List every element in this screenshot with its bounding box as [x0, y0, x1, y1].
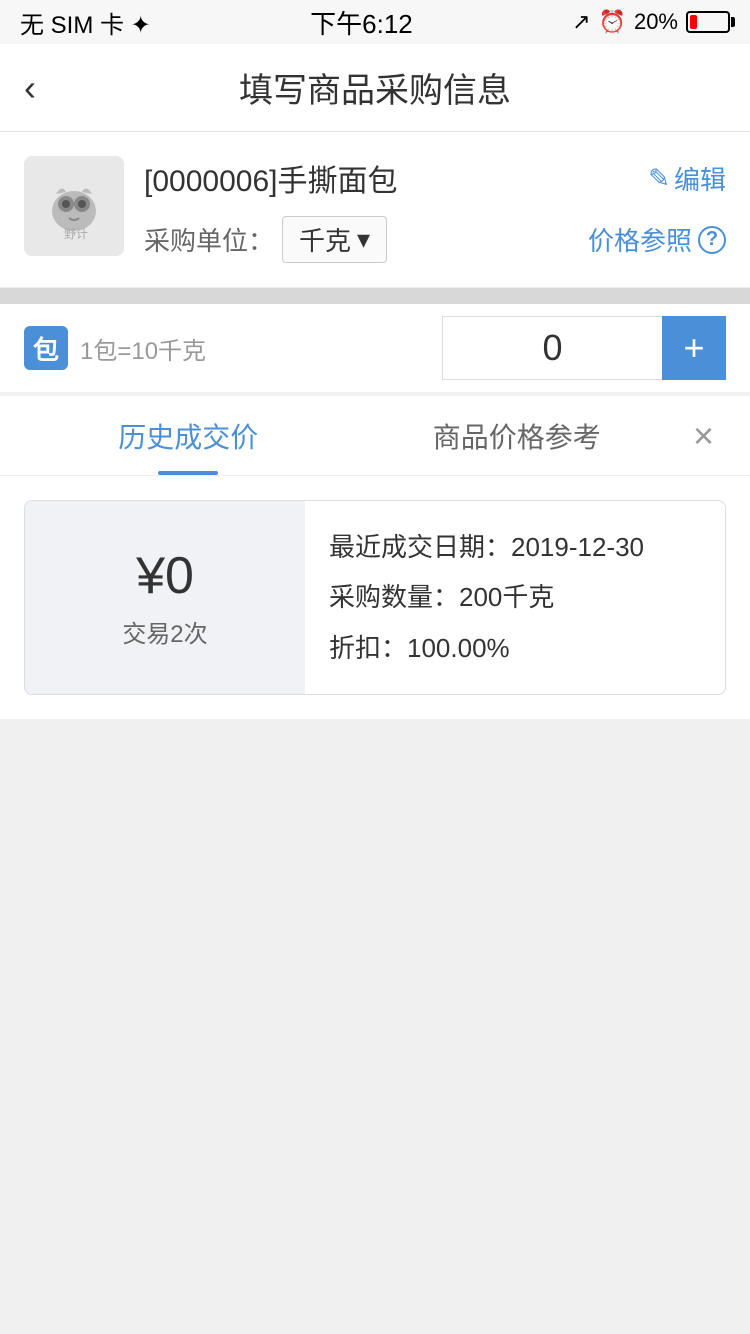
dropdown-icon: ▾: [357, 224, 370, 255]
status-left: 无 SIM 卡 ✦: [20, 5, 151, 40]
page-title: 填写商品采购信息: [239, 63, 511, 112]
transaction-count: 交易2次: [122, 614, 207, 649]
discount-row: 折扣：100.00%: [329, 630, 701, 666]
price-reference-button[interactable]: 价格参照 ?: [588, 221, 726, 258]
transaction-card: ¥0 交易2次 最近成交日期：2019-12-30 采购数量：200千克 折扣：…: [24, 500, 726, 695]
quantity-right: +: [442, 316, 726, 380]
battery-icon: [686, 11, 730, 33]
quantity-left: 包 1包=10千克: [24, 326, 206, 370]
alarm-icon: ⏰: [599, 9, 626, 35]
tab-product-price-ref[interactable]: 商品价格参考: [352, 396, 680, 475]
purchase-unit-row: 采购单位： 千克 ▾ 价格参照 ?: [144, 216, 726, 263]
price-ref-label: 价格参照: [588, 221, 692, 258]
battery-percent: 20%: [634, 9, 678, 35]
transaction-price-section: ¥0 交易2次: [25, 501, 305, 694]
status-bar: 无 SIM 卡 ✦ 下午6:12 ↗ ⏰ 20%: [0, 0, 750, 44]
unit-label: 采购单位：: [144, 221, 274, 258]
back-button[interactable]: ‹: [24, 67, 36, 109]
quantity-plus-button[interactable]: +: [662, 316, 726, 380]
tab-history-label: 历史成交价: [118, 416, 258, 456]
unit-box: 包: [24, 326, 68, 370]
section-divider: [0, 288, 750, 304]
product-info: [0000006]手撕面包 ✎ 编辑 采购单位： 千克 ▾ 价格参照 ?: [144, 156, 726, 263]
product-card: 野计 [0000006]手撕面包 ✎ 编辑 采购单位： 千克 ▾ 价格参照 ?: [0, 132, 750, 288]
close-button[interactable]: ×: [681, 415, 726, 457]
discount-value: 100.00%: [407, 633, 510, 663]
tab-bar: 历史成交价 商品价格参考 ×: [0, 396, 750, 476]
status-right: ↗ ⏰ 20%: [572, 9, 730, 35]
latest-date-value: 2019-12-30: [511, 532, 644, 562]
transaction-price: ¥0: [136, 546, 194, 606]
product-name: [0000006]手撕面包: [144, 156, 397, 200]
unit-convert-text: 1包=10千克: [80, 331, 206, 366]
edit-icon: ✎: [648, 163, 670, 194]
edit-button[interactable]: ✎ 编辑: [648, 160, 726, 197]
purchase-qty-value: 200千克: [459, 582, 554, 612]
svg-text:野计: 野计: [64, 227, 88, 241]
price-ref-info-icon: ?: [698, 226, 726, 254]
latest-date-label: 最近成交日期：: [329, 532, 511, 562]
quantity-row: 包 1包=10千克 +: [0, 304, 750, 392]
transaction-details: 最近成交日期：2019-12-30 采购数量：200千克 折扣：100.00%: [305, 501, 725, 694]
product-thumbnail: 野计: [24, 156, 124, 256]
sim-text: 无 SIM 卡 ✦: [20, 5, 151, 40]
latest-date-row: 最近成交日期：2019-12-30: [329, 529, 701, 565]
status-time: 下午6:12: [310, 4, 413, 41]
discount-label: 折扣：: [329, 633, 407, 663]
tab-history-price[interactable]: 历史成交价: [24, 396, 352, 475]
purchase-qty-label: 采购数量：: [329, 582, 459, 612]
tab-product-label: 商品价格参考: [433, 416, 601, 456]
product-name-row: [0000006]手撕面包 ✎ 编辑: [144, 156, 726, 200]
unit-value: 千克: [299, 221, 351, 258]
history-content: ¥0 交易2次 最近成交日期：2019-12-30 采购数量：200千克 折扣：…: [0, 476, 750, 719]
nav-bar: ‹ 填写商品采购信息: [0, 44, 750, 132]
product-image: 野计: [34, 166, 114, 246]
price-panel: 历史成交价 商品价格参考 × ¥0 交易2次 最近成交日期：2019-12-30…: [0, 396, 750, 719]
edit-label: 编辑: [674, 160, 726, 197]
quantity-input[interactable]: [442, 316, 662, 380]
purchase-qty-row: 采购数量：200千克: [329, 579, 701, 615]
location-icon: ↗: [572, 9, 590, 35]
unit-select[interactable]: 千克 ▾: [282, 216, 387, 263]
